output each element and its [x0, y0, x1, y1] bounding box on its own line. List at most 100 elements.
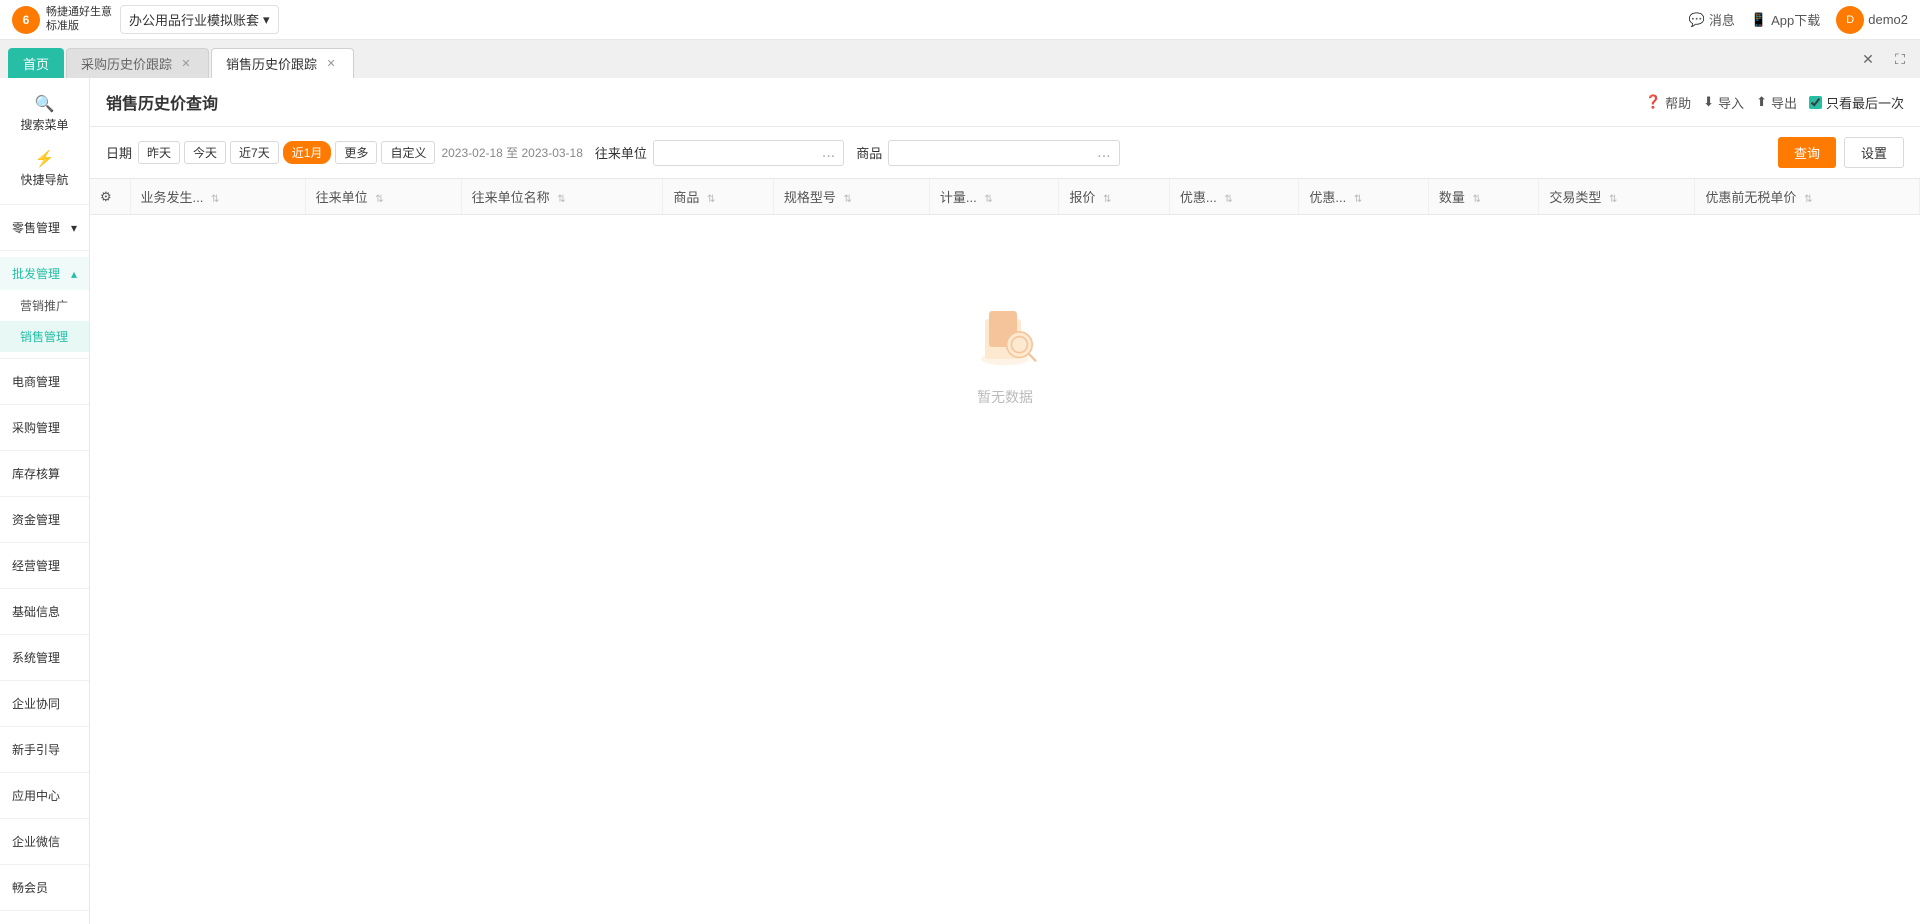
th-partner-code[interactable]: 往来单位 ⇅ [305, 179, 461, 215]
sidebar-ecommerce[interactable]: 电商管理 [0, 365, 89, 398]
tab-purchase-close[interactable]: ✕ [178, 56, 194, 72]
product-input[interactable] [897, 145, 1097, 160]
sort-product-icon: ⇅ [707, 194, 715, 205]
th-discount2[interactable]: 优惠... ⇅ [1299, 179, 1428, 215]
date-btn-more[interactable]: 更多 [335, 141, 377, 164]
sidebar-finance[interactable]: 资金管理 [0, 503, 89, 536]
sidebar-guide[interactable]: 新手引导 [0, 733, 89, 766]
page-actions: ❓ 帮助 ⬇ 导入 ⬆ 导出 只看最后一次 [1645, 93, 1904, 112]
sort-spec-icon: ⇅ [843, 194, 851, 205]
date-btn-yesterday[interactable]: 昨天 [138, 141, 180, 164]
from-unit-filter-group: 往来单位 ... [595, 140, 844, 166]
maximize-window-btn[interactable]: ⛶ [1888, 47, 1912, 71]
sidebar-section-wechat: 企业微信 [0, 819, 89, 865]
th-pretax-price[interactable]: 优惠前无税单价 ⇅ [1695, 179, 1920, 215]
logo-icon: 6 [12, 6, 40, 34]
main-layout: 🔍 搜索菜单 ⚡ 快捷导航 零售管理 ▾ 批发管理 ▴ 营销推广 销售管理 [0, 78, 1920, 924]
th-discount1[interactable]: 优惠... ⇅ [1169, 179, 1298, 215]
th-quote[interactable]: 报价 ⇅ [1059, 179, 1170, 215]
date-filter-group: 日期 昨天 今天 近7天 近1月 更多 自定义 2023-02-18 至 202… [106, 141, 583, 164]
import-btn[interactable]: ⬇ 导入 [1703, 93, 1744, 112]
from-unit-input[interactable] [662, 145, 822, 160]
sidebar-section-finance: 资金管理 [0, 497, 89, 543]
sidebar-sub-sales-mgmt[interactable]: 销售管理 [0, 321, 89, 352]
help-icon: ❓ [1645, 94, 1661, 110]
filter-actions: 查询 设置 [1778, 137, 1904, 168]
sort-unit-icon: ⇅ [984, 194, 992, 205]
sidebar-corp[interactable]: 企业协同 [0, 687, 89, 720]
only-last-checkbox-label[interactable]: 只看最后一次 [1809, 93, 1904, 112]
sort-partner-code-icon: ⇅ [375, 194, 383, 205]
top-bar-right: 💬 消息 📱 App下载 D demo2 [1689, 6, 1908, 34]
sidebar-base[interactable]: 基础信息 [0, 595, 89, 628]
top-bar-left: 6 畅捷通好生意 标准版 办公用品行业模拟账套 ▾ [12, 5, 279, 34]
date-btn-1month[interactable]: 近1月 [283, 141, 332, 164]
th-qty[interactable]: 数量 ⇅ [1428, 179, 1539, 215]
from-unit-label: 往来单位 [595, 143, 647, 162]
only-last-checkbox[interactable] [1809, 96, 1822, 109]
product-input-wrapper[interactable]: ... [888, 140, 1119, 166]
avatar: D [1836, 6, 1864, 34]
download-icon: 📱 [1751, 12, 1767, 28]
empty-text: 暂无数据 [977, 387, 1033, 407]
sidebar-wechat[interactable]: 企业微信 [0, 825, 89, 858]
product-filter-group: 商品 ... [856, 140, 1119, 166]
sidebar-member[interactable]: 畅会员 [0, 871, 89, 904]
sidebar-inventory[interactable]: 库存核算 [0, 457, 89, 490]
content-area: 销售历史价查询 ❓ 帮助 ⬇ 导入 ⬆ 导出 [90, 78, 1920, 924]
sidebar-section-apps: 应用中心 [0, 773, 89, 819]
help-btn[interactable]: ❓ 帮助 [1645, 93, 1691, 112]
sidebar-item-search[interactable]: 🔍 搜索菜单 [0, 86, 89, 141]
sidebar-section-operation: 经营管理 [0, 543, 89, 589]
th-gear: ⚙ [90, 179, 130, 215]
date-buttons: 昨天 今天 近7天 近1月 更多 自定义 [138, 141, 435, 164]
product-dots-btn[interactable]: ... [1097, 144, 1110, 162]
settings-button[interactable]: 设置 [1844, 137, 1904, 168]
sort-partner-name-icon: ⇅ [557, 194, 565, 205]
user-area[interactable]: D demo2 [1836, 6, 1908, 34]
sidebar-wholesale[interactable]: 批发管理 ▴ [0, 257, 89, 290]
th-partner-name[interactable]: 往来单位名称 ⇅ [461, 179, 663, 215]
sidebar-system[interactable]: 系统管理 [0, 641, 89, 674]
th-unit[interactable]: 计量... ⇅ [929, 179, 1058, 215]
sidebar-section-system: 系统管理 [0, 635, 89, 681]
export-btn[interactable]: ⬆ 导出 [1756, 93, 1797, 112]
search-icon: 🔍 [35, 94, 55, 114]
query-button[interactable]: 查询 [1778, 137, 1836, 168]
app-download-btn[interactable]: 📱 App下载 [1751, 10, 1820, 29]
th-spec[interactable]: 规格型号 ⇅ [773, 179, 929, 215]
sort-discount2-icon: ⇅ [1354, 194, 1362, 205]
sort-biz-date-icon: ⇅ [211, 194, 219, 205]
date-btn-today[interactable]: 今天 [184, 141, 226, 164]
sidebar-retail[interactable]: 零售管理 ▾ [0, 211, 89, 244]
date-btn-custom[interactable]: 自定义 [381, 141, 435, 164]
sidebar-sub-marketing[interactable]: 营销推广 [0, 290, 89, 321]
tab-purchase-label: 采购历史价跟踪 [81, 54, 172, 73]
tab-sales-history[interactable]: 销售历史价跟踪 ✕ [211, 48, 354, 78]
sidebar-purchase[interactable]: 采购管理 [0, 411, 89, 444]
logo-area: 6 畅捷通好生意 标准版 [12, 6, 112, 34]
th-biz-date[interactable]: 业务发生... ⇅ [130, 179, 305, 215]
sidebar-apps[interactable]: 应用中心 [0, 779, 89, 812]
tab-home-label: 首页 [23, 54, 49, 73]
sidebar-operation[interactable]: 经营管理 [0, 549, 89, 582]
close-window-btn[interactable]: ✕ [1856, 47, 1880, 71]
th-product[interactable]: 商品 ⇅ [663, 179, 774, 215]
sidebar-item-shortcut[interactable]: ⚡ 快捷导航 [0, 141, 89, 196]
from-unit-dots-btn[interactable]: ... [822, 144, 835, 162]
date-btn-7days[interactable]: 近7天 [230, 141, 279, 164]
sort-quote-icon: ⇅ [1103, 194, 1111, 205]
tab-purchase-history[interactable]: 采购历史价跟踪 ✕ [66, 48, 209, 78]
chevron-down-icon: ▾ [263, 12, 270, 28]
gear-icon[interactable]: ⚙ [100, 189, 112, 204]
tab-home[interactable]: 首页 [8, 48, 64, 78]
import-icon: ⬇ [1703, 94, 1714, 110]
tab-sales-close[interactable]: ✕ [323, 56, 339, 72]
export-icon: ⬆ [1756, 94, 1767, 110]
th-trade-type[interactable]: 交易类型 ⇅ [1539, 179, 1695, 215]
from-unit-input-wrapper[interactable]: ... [653, 140, 844, 166]
page-header: 销售历史价查询 ❓ 帮助 ⬇ 导入 ⬆ 导出 [90, 78, 1920, 127]
sidebar-section-purchase: 采购管理 [0, 405, 89, 451]
app-selector[interactable]: 办公用品行业模拟账套 ▾ [120, 5, 279, 34]
message-btn[interactable]: 💬 消息 [1689, 10, 1735, 29]
